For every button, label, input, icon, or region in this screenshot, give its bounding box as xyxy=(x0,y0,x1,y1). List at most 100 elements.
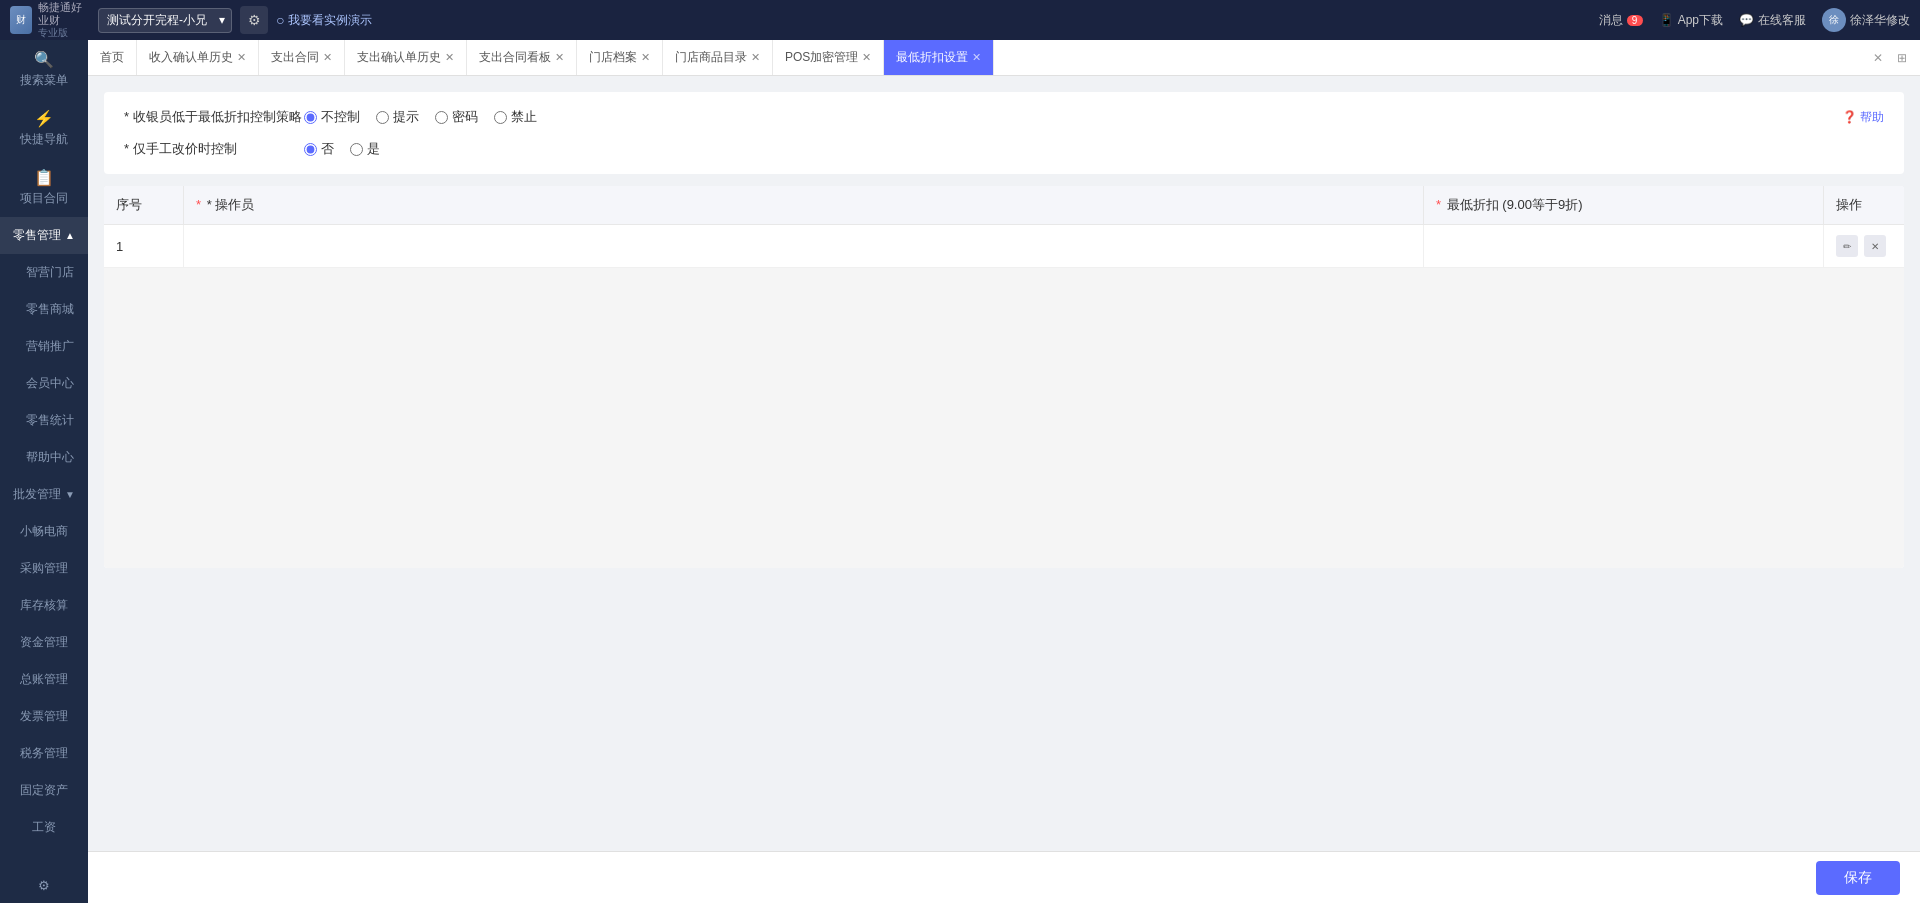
td-seq: 1 xyxy=(104,225,184,267)
form-row-discount-policy: * 收银员低于最低折扣控制策略 不控制 提示 密码 xyxy=(124,108,1884,126)
tab-controls: ✕ ⊞ xyxy=(1860,48,1920,68)
sidebar-item-invoice-mgmt[interactable]: 发票管理 xyxy=(0,698,88,735)
tab-min-discount[interactable]: 最低折扣设置 ✕ xyxy=(884,40,994,76)
user-avatar: 徐 xyxy=(1822,8,1846,32)
sidebar-settings-button[interactable]: ⚙ xyxy=(0,868,88,903)
sidebar-item-quick-nav[interactable]: ⚡ 快捷导航 xyxy=(0,99,88,158)
project-selector[interactable]: 测试分开完程-小兄 xyxy=(98,8,232,33)
operator-input[interactable] xyxy=(196,239,1411,254)
message-button[interactable]: 消息 9 xyxy=(1599,12,1643,29)
min-discount-input[interactable] xyxy=(1436,239,1811,254)
th-seq: 序号 xyxy=(104,186,184,224)
tab-close-store-products[interactable]: ✕ xyxy=(751,51,760,64)
header-right: 消息 9 📱 App下载 💬 在线客服 徐 徐泽华修改 xyxy=(1599,8,1910,32)
page-content: * 收银员低于最低折扣控制策略 不控制 提示 密码 xyxy=(88,76,1920,851)
sidebar-item-smart-store[interactable]: 智营门店 xyxy=(0,254,88,291)
edit-row-button[interactable]: ✏ xyxy=(1836,235,1858,257)
tab-close-payment-confirm-history[interactable]: ✕ xyxy=(445,51,454,64)
demo-link[interactable]: ○ 我要看实例演示 xyxy=(276,12,372,29)
logo-area: 财 畅捷通好业财 专业版 xyxy=(10,1,90,39)
help-link[interactable]: ❓ 帮助 xyxy=(1842,109,1884,126)
tab-close-min-discount[interactable]: ✕ xyxy=(972,51,981,64)
search-icon: 🔍 xyxy=(34,50,54,69)
th-operator: * * 操作员 xyxy=(184,186,1424,224)
sidebar-item-funds-mgmt[interactable]: 资金管理 xyxy=(0,624,88,661)
th-min-discount: * 最低折扣 (9.00等于9折) xyxy=(1424,186,1824,224)
tab-payment-board[interactable]: 支出合同看板 ✕ xyxy=(467,40,577,76)
empty-table-area xyxy=(104,268,1904,568)
tab-store-products[interactable]: 门店商品目录 ✕ xyxy=(663,40,773,76)
top-header: 财 畅捷通好业财 专业版 测试分开完程-小兄 ⚙ ○ 我要看实例演示 消息 9 … xyxy=(0,0,1920,40)
table-row: 1 ✏ ✕ xyxy=(104,225,1904,268)
quick-nav-icon: ⚡ xyxy=(34,109,54,128)
tab-close-income-history[interactable]: ✕ xyxy=(237,51,246,64)
sidebar-item-project-contract[interactable]: 📋 项目合同 xyxy=(0,158,88,217)
tab-close-payment-board[interactable]: ✕ xyxy=(555,51,564,64)
th-actions: 操作 xyxy=(1824,186,1904,224)
sidebar-item-fixed-assets[interactable]: 固定资产 xyxy=(0,772,88,809)
tab-pos-password[interactable]: POS加密管理 ✕ xyxy=(773,40,884,76)
manual-price-label: * 仅手工改价时控制 xyxy=(124,140,304,158)
form-row-manual-price: * 仅手工改价时控制 否 是 xyxy=(124,140,1884,158)
logo-text: 畅捷通好业财 专业版 xyxy=(38,1,90,39)
td-operator[interactable] xyxy=(184,225,1424,267)
gear-icon: ⚙ xyxy=(38,878,50,893)
question-icon: ❓ xyxy=(1842,110,1857,124)
tab-bar: 首页 收入确认单历史 ✕ 支出合同 ✕ 支出确认单历史 ✕ 支出合同看板 ✕ 门… xyxy=(88,40,1920,76)
sidebar-item-salary[interactable]: 工资 xyxy=(0,809,88,846)
table-header: 序号 * * 操作员 * 最低折扣 (9.00等于9折) 操作 xyxy=(104,186,1904,225)
data-table: 序号 * * 操作员 * 最低折扣 (9.00等于9折) 操作 1 xyxy=(104,186,1904,568)
sidebar-item-member-center[interactable]: 会员中心 xyxy=(0,365,88,402)
message-badge: 9 xyxy=(1627,15,1643,26)
save-button[interactable]: 保存 xyxy=(1816,861,1900,895)
td-min-discount[interactable] xyxy=(1424,225,1824,267)
td-actions: ✏ ✕ xyxy=(1824,225,1904,267)
sidebar-item-retail-stats[interactable]: 零售统计 xyxy=(0,402,88,439)
discount-policy-label: * 收银员低于最低折扣控制策略 xyxy=(124,108,304,126)
chevron-down-icon: ▼ xyxy=(65,489,75,500)
online-service-button[interactable]: 💬 在线客服 xyxy=(1739,12,1806,29)
tab-payment-confirm-history[interactable]: 支出确认单历史 ✕ xyxy=(345,40,467,76)
tab-menu-button[interactable]: ⊞ xyxy=(1892,48,1912,68)
sidebar-item-help-center[interactable]: 帮助中心 xyxy=(0,439,88,476)
sidebar-item-retail-mgmt[interactable]: 零售管理 ▲ xyxy=(0,217,88,254)
tab-store-file[interactable]: 门店档案 ✕ xyxy=(577,40,663,76)
radio-password[interactable]: 密码 xyxy=(435,108,478,126)
sidebar: 🔍 搜索菜单 ⚡ 快捷导航 📋 项目合同 零售管理 ▲ 智营门店 零售商城 营销… xyxy=(0,40,88,903)
content-area: 首页 收入确认单历史 ✕ 支出合同 ✕ 支出确认单历史 ✕ 支出合同看板 ✕ 门… xyxy=(88,40,1920,903)
logo-icon: 财 xyxy=(10,6,32,34)
app-download-button[interactable]: 📱 App下载 xyxy=(1659,12,1723,29)
tab-close-store-file[interactable]: ✕ xyxy=(641,51,650,64)
chevron-up-icon: ▲ xyxy=(65,230,75,241)
sidebar-item-marketing[interactable]: 营销推广 xyxy=(0,328,88,365)
radio-no-control[interactable]: 不控制 xyxy=(304,108,360,126)
sidebar-item-purchase-mgmt[interactable]: 采购管理 xyxy=(0,550,88,587)
header-left: 财 畅捷通好业财 专业版 测试分开完程-小兄 ⚙ ○ 我要看实例演示 xyxy=(10,1,372,39)
sidebar-item-retail-mall[interactable]: 零售商城 xyxy=(0,291,88,328)
radio-remind[interactable]: 提示 xyxy=(376,108,419,126)
radio-forbid[interactable]: 禁止 xyxy=(494,108,537,126)
tab-close-payment-contract[interactable]: ✕ xyxy=(323,51,332,64)
tab-income-history[interactable]: 收入确认单历史 ✕ xyxy=(137,40,259,76)
delete-row-button[interactable]: ✕ xyxy=(1864,235,1886,257)
main-layout: 🔍 搜索菜单 ⚡ 快捷导航 📋 项目合同 零售管理 ▲ 智营门店 零售商城 营销… xyxy=(0,40,1920,903)
sidebar-item-tax-mgmt[interactable]: 税务管理 xyxy=(0,735,88,772)
footer-bar: 保存 xyxy=(88,851,1920,903)
user-menu-button[interactable]: 徐 徐泽华修改 xyxy=(1822,8,1910,32)
form-card: * 收银员低于最低折扣控制策略 不控制 提示 密码 xyxy=(104,92,1904,174)
sidebar-item-inventory[interactable]: 库存核算 xyxy=(0,587,88,624)
discount-policy-radio-group: 不控制 提示 密码 禁止 xyxy=(304,108,537,126)
tab-home[interactable]: 首页 xyxy=(88,40,137,76)
tab-close-pos-password[interactable]: ✕ xyxy=(862,51,871,64)
manual-price-radio-group: 否 是 xyxy=(304,140,380,158)
tab-close-all-button[interactable]: ✕ xyxy=(1868,48,1888,68)
sidebar-item-wholesale-mgmt[interactable]: 批发管理 ▼ xyxy=(0,476,88,513)
radio-no[interactable]: 否 xyxy=(304,140,334,158)
sidebar-item-search[interactable]: 🔍 搜索菜单 xyxy=(0,40,88,99)
sidebar-item-small-ecom[interactable]: 小畅电商 xyxy=(0,513,88,550)
radio-yes[interactable]: 是 xyxy=(350,140,380,158)
tab-payment-contract[interactable]: 支出合同 ✕ xyxy=(259,40,345,76)
project-contract-icon: 📋 xyxy=(34,168,54,187)
header-settings-button[interactable]: ⚙ xyxy=(240,6,268,34)
sidebar-item-account-mgmt[interactable]: 总账管理 xyxy=(0,661,88,698)
